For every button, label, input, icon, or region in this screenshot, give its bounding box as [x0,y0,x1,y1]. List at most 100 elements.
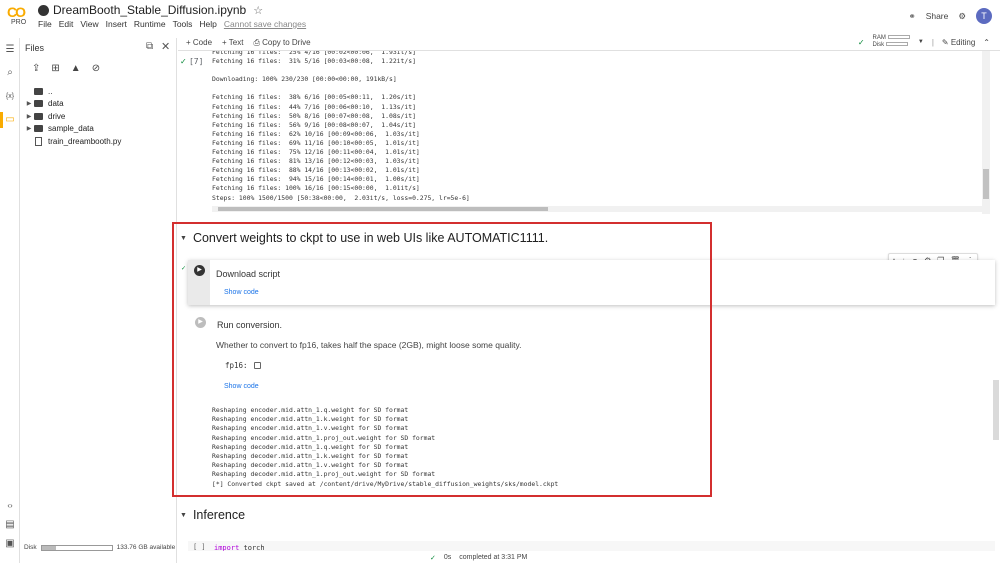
folder-icon[interactable]: ▭ [4,114,16,126]
ram-label: RAM [872,35,886,41]
exec-count: [7] [188,57,204,66]
scroll-thumb[interactable] [218,207,548,211]
notebook-title[interactable]: DreamBooth_Stable_Diffusion.ipynb [53,3,246,17]
section-title: Inference [192,508,246,522]
file-tree-item-data[interactable]: ▶ data [20,98,177,111]
variables-icon[interactable]: {x} [4,91,16,103]
cell-title: Download script [216,269,281,279]
fp16-label: fp16: [225,361,248,370]
title-row: DreamBooth_Stable_Diffusion.ipynb ☆ [38,3,263,17]
table-of-contents-icon[interactable]: ☰ [4,44,16,56]
logo-text: CO [7,4,26,20]
collapse-section-icon[interactable]: ▼ [180,512,187,519]
resource-dropdown-icon[interactable]: ▼ [918,39,924,45]
menu-tools[interactable]: Tools [173,19,193,29]
scroll-thumb[interactable] [983,169,989,199]
status-bar: ✓ 0s completed at 3:31 PM [178,553,1000,563]
folder-icon [34,100,43,108]
cell-inference-code[interactable]: [ ] import torch [188,541,995,551]
menu-bar: File Edit View Insert Runtime Tools Help… [38,19,306,29]
copy-to-drive-button[interactable]: ⎙ Copy to Drive [253,38,310,48]
run-cell-button[interactable]: ▶ [195,317,206,328]
files-panel: Files ⧉ ✕ ⇪ ⊞ ▲ ⊘ .. ▶ data ▶ drive ▶ sa… [20,38,177,563]
mount-drive-icon[interactable]: ▲ [71,63,81,74]
drive-icon: ⎙ [253,38,260,47]
fp16-field: fp16: [225,361,261,370]
run-cell-button[interactable]: ▶ [194,265,205,276]
upload-icon[interactable]: ⇪ [32,63,40,74]
horizontal-scrollbar[interactable] [212,206,984,212]
settings-gear-icon[interactable]: ⚙ [958,11,966,22]
fp16-checkbox[interactable] [253,362,261,369]
menu-insert[interactable]: Insert [106,19,127,29]
success-check-icon: ✓ [181,266,187,272]
exec-count: [ ] [193,543,206,551]
file-tree-item-drive[interactable]: ▶ drive [20,110,177,123]
menu-view[interactable]: View [80,19,98,29]
disk-usage-fill [41,545,56,550]
hide-files-icon[interactable]: ⊘ [92,63,100,74]
folder-icon [34,125,43,133]
collapse-header-icon[interactable]: ⌃ [983,38,990,47]
star-icon[interactable]: ☆ [253,4,263,17]
pencil-icon: ✎ [941,37,949,47]
show-code-link[interactable]: Show code [224,289,259,296]
command-palette-icon[interactable]: ▤ [4,519,16,531]
code-snippets-icon[interactable]: ‹› [4,500,16,512]
editing-mode-button[interactable]: ✎ Editing [942,38,975,47]
cell-download-script[interactable]: ✓ ▶ Download script Show code [181,260,995,305]
cell-output-training: ✓ [7] Fetching 16 files: 25% 4/16 [00:02… [178,51,990,214]
left-rail: ☰ ⌕ {x} ▭ ‹› ▤ ▣ [0,38,20,563]
share-button[interactable]: Share [926,11,949,21]
new-folder-icon[interactable]: ⊞ [51,63,59,74]
new-tab-icon[interactable]: ⧉ [146,41,153,52]
search-icon[interactable]: ⌕ [4,67,16,79]
avatar[interactable]: T [976,8,992,24]
unsaved-changes-link[interactable]: Cannot save changes [224,19,306,29]
menu-file[interactable]: File [38,19,52,29]
menu-runtime[interactable]: Runtime [134,19,166,29]
add-code-button[interactable]: + Code [186,38,212,48]
menu-help[interactable]: Help [199,19,216,29]
colab-logo[interactable]: CO PRO [6,4,32,30]
success-check-icon: ✓ [180,57,187,66]
editing-label: Editing [950,37,976,47]
section-header-inference[interactable]: ▼ Inference [180,508,245,522]
terminal-icon[interactable]: ▣ [4,538,16,550]
add-text-button[interactable]: + Text [222,38,243,48]
file-tree-item-train-script[interactable]: train_dreambooth.py [20,135,177,148]
disk-label: Disk [24,544,37,551]
notebook-toolbar: + Code + Text ⎙ Copy to Drive ✓ RAM Disk… [178,34,1000,51]
file-tree-label: sample_data [48,124,94,134]
file-tree-item-parent[interactable]: .. [20,85,177,98]
cell-run-conversion[interactable]: ▶ Run conversion. Whether to convert to … [188,313,995,493]
exec-status: ✓ [7] [180,57,203,66]
vertical-scrollbar[interactable] [982,51,990,214]
header-actions: ⚭ Share ⚙ T [909,8,992,24]
ram-bar [887,35,910,40]
cell-description: Whether to convert to fp16, takes half t… [216,340,522,350]
disk-bar [886,42,909,47]
file-tree: .. ▶ data ▶ drive ▶ sample_data train_dr… [20,85,177,148]
folder-icon [34,112,43,120]
divider: | [931,37,934,47]
expand-caret-icon[interactable]: ▶ [24,100,34,107]
disk-label-toolbar: Disk [872,42,885,48]
folder-icon [34,87,43,95]
close-icon[interactable]: ✕ [161,40,170,53]
file-tree-item-sample-data[interactable]: ▶ sample_data [20,123,177,136]
status-completed: completed at 3:31 PM [459,554,528,561]
section-header-convert[interactable]: ▼ Convert weights to ckpt to use in web … [180,231,548,245]
expand-caret-icon[interactable]: ▶ [24,125,34,132]
code-line[interactable]: import torch [214,544,265,551]
file-tree-label: data [48,99,64,109]
menu-edit[interactable]: Edit [59,19,74,29]
training-output-text: Fetching 16 files: 25% 4/16 [00:02<00:06… [212,51,470,202]
expand-caret-icon[interactable]: ▶ [24,113,34,120]
collapse-section-icon[interactable]: ▼ [180,235,187,242]
code-text: torch [239,544,265,551]
resource-monitor[interactable]: RAM Disk [873,35,910,49]
notebook-scrollbar[interactable] [993,380,999,440]
conversion-output-text: Reshaping encoder.mid.attn_1.q.weight fo… [212,406,559,488]
show-code-link[interactable]: Show code [224,383,259,390]
